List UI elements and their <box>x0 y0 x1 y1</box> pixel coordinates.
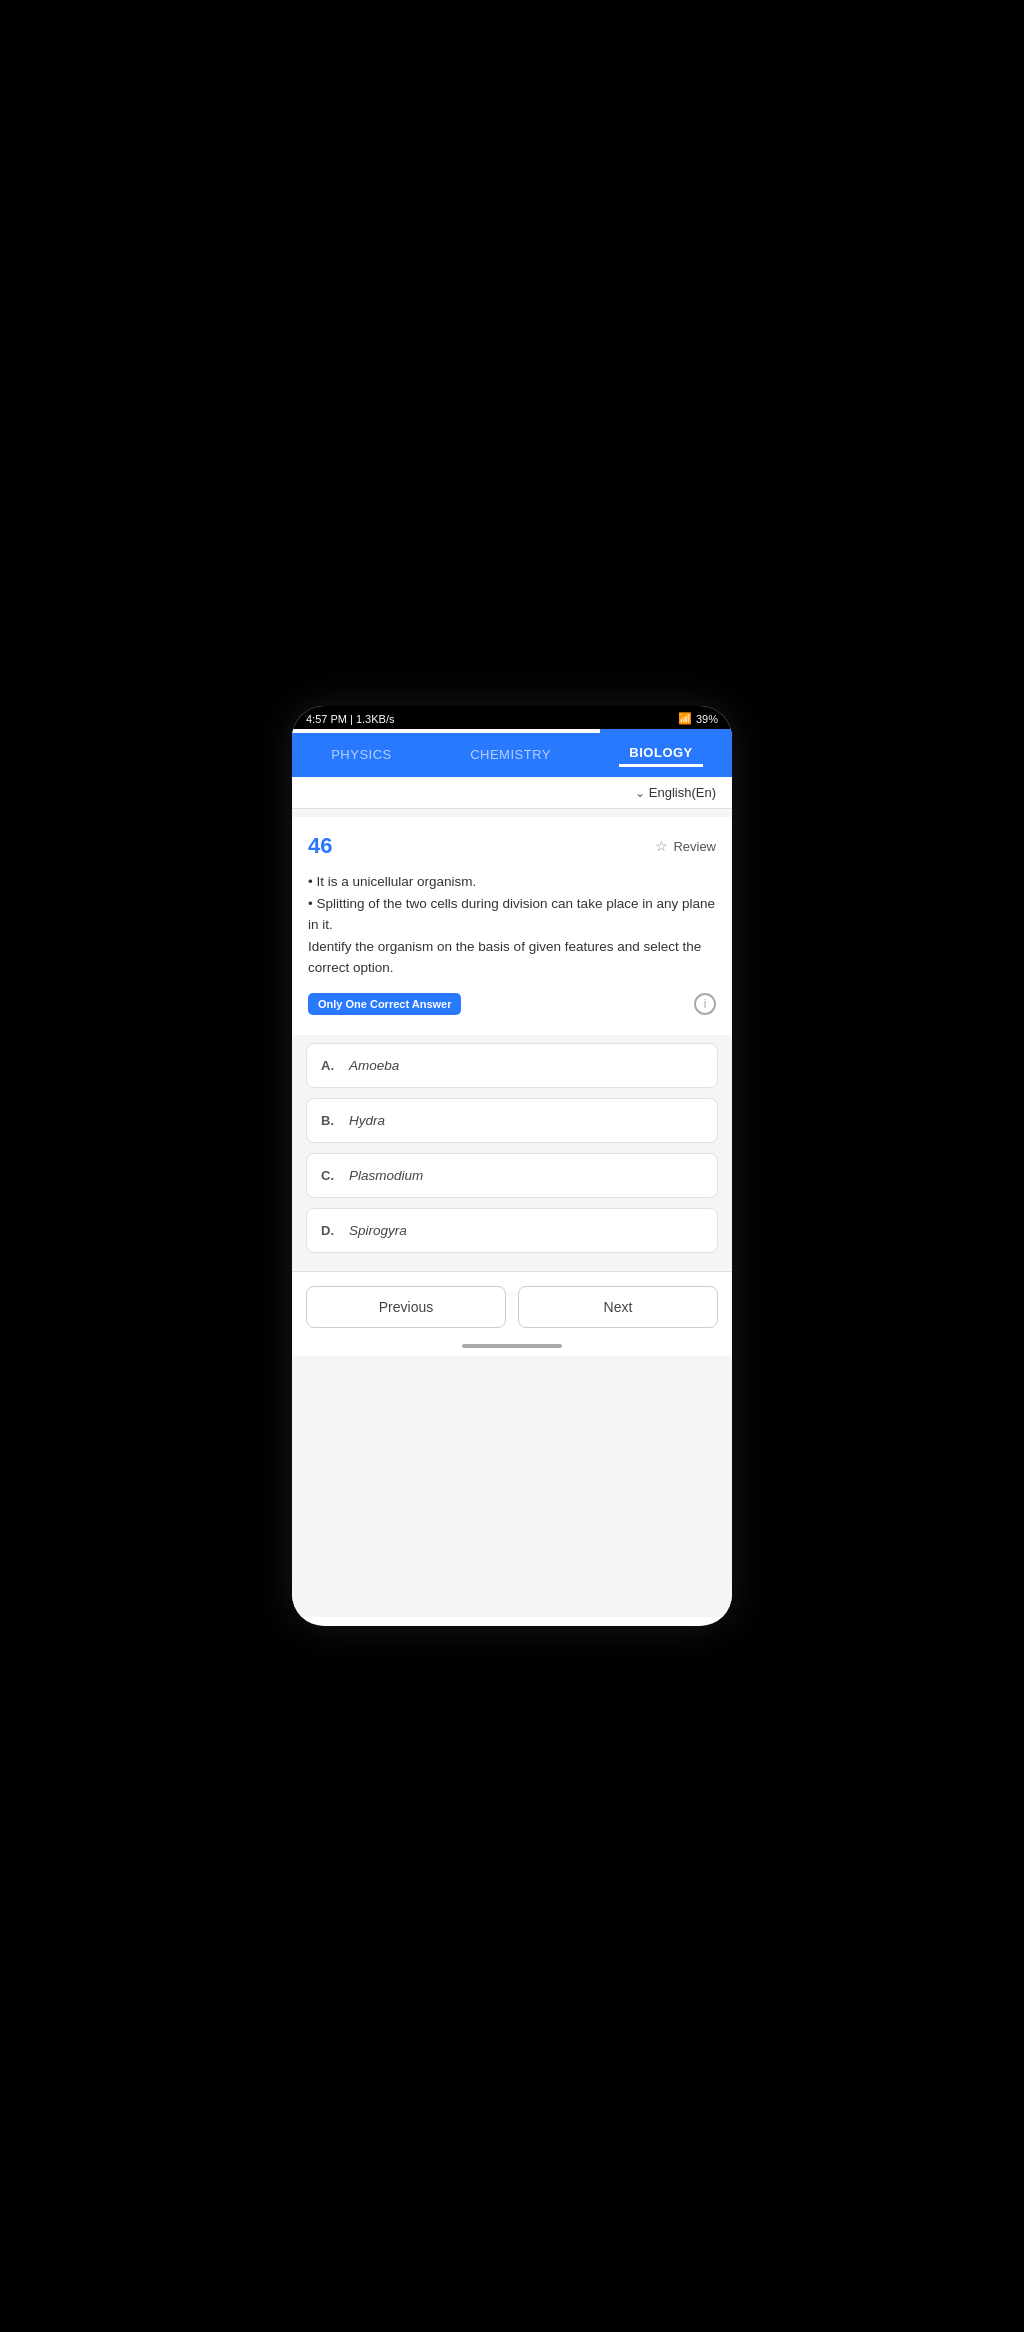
option-c-label: C. <box>321 1168 337 1183</box>
option-b[interactable]: B. Hydra <box>306 1098 718 1143</box>
option-a-label: A. <box>321 1058 337 1073</box>
navigation-buttons: Previous Next <box>292 1271 732 1338</box>
info-icon[interactable]: i <box>694 993 716 1015</box>
option-a-text: Amoeba <box>349 1058 399 1073</box>
language-selector[interactable]: ⌄ English(En) <box>635 785 716 800</box>
previous-button[interactable]: Previous <box>306 1286 506 1328</box>
options-container: A. Amoeba B. Hydra C. Plasmodium D. Spir… <box>292 1035 732 1271</box>
option-b-label: B. <box>321 1113 337 1128</box>
home-indicator <box>292 1338 732 1356</box>
review-button[interactable]: ☆ Review <box>655 838 716 854</box>
option-d[interactable]: D. Spirogyra <box>306 1208 718 1253</box>
language-label: English(En) <box>649 785 716 800</box>
star-icon: ☆ <box>655 838 668 854</box>
question-area: 46 ☆ Review • It is a unicellular organi… <box>292 817 732 1035</box>
status-right: 📶 39% <box>678 712 718 725</box>
question-header: 46 ☆ Review <box>308 833 716 859</box>
question-text: • It is a unicellular organism. • Splitt… <box>308 871 716 979</box>
tab-biology[interactable]: BIOLOGY <box>619 741 702 767</box>
question-line2: • Splitting of the two cells during divi… <box>308 896 715 933</box>
home-bar <box>462 1344 562 1348</box>
signal-icon: 📶 <box>678 712 692 725</box>
option-c-text: Plasmodium <box>349 1168 423 1183</box>
status-time: 4:57 PM | 1.3KB/s <box>306 713 394 725</box>
status-bar: 4:57 PM | 1.3KB/s 📶 39% <box>292 706 732 729</box>
chevron-down-icon: ⌄ <box>635 786 645 800</box>
option-a[interactable]: A. Amoeba <box>306 1043 718 1088</box>
badge-row: Only One Correct Answer i <box>308 993 716 1015</box>
tab-chemistry[interactable]: CHEMISTRY <box>460 743 561 766</box>
option-d-label: D. <box>321 1223 337 1238</box>
question-number: 46 <box>308 833 332 859</box>
next-button[interactable]: Next <box>518 1286 718 1328</box>
answer-type-badge: Only One Correct Answer <box>308 993 461 1015</box>
option-d-text: Spirogyra <box>349 1223 407 1238</box>
language-row: ⌄ English(En) <box>292 777 732 809</box>
review-label: Review <box>673 839 716 854</box>
tab-bar: PHYSICS CHEMISTRY BIOLOGY <box>292 733 732 777</box>
content-area: ⌄ English(En) 46 ☆ Review • It is a unic… <box>292 777 732 1617</box>
phone-frame: 4:57 PM | 1.3KB/s 📶 39% PHYSICS CHEMISTR… <box>292 706 732 1626</box>
tab-physics[interactable]: PHYSICS <box>321 743 402 766</box>
question-line3: Identify the organism on the basis of gi… <box>308 939 701 976</box>
question-line1: • It is a unicellular organism. <box>308 874 476 889</box>
option-c[interactable]: C. Plasmodium <box>306 1153 718 1198</box>
option-b-text: Hydra <box>349 1113 385 1128</box>
battery-text: 39% <box>696 713 718 725</box>
